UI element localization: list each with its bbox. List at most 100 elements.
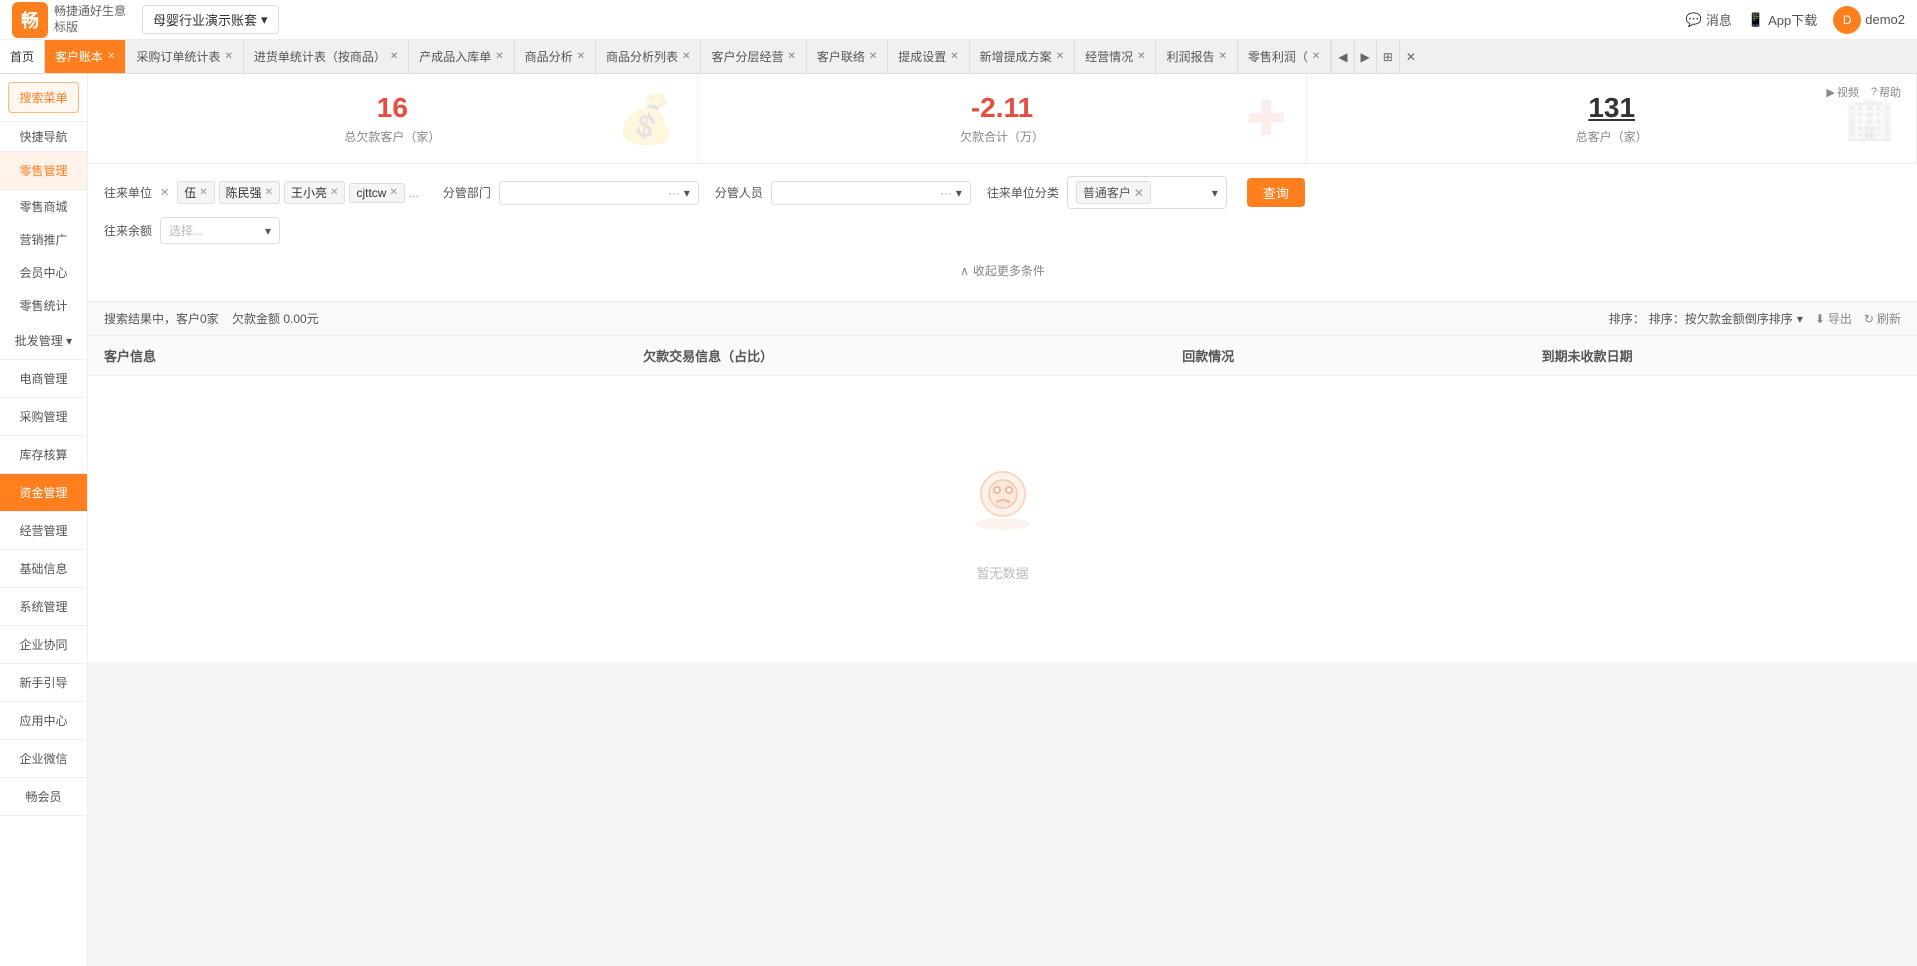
tab-close-icon[interactable]: ✕ [1312,51,1320,62]
user-avatar[interactable]: D demo2 [1833,6,1905,34]
filter-tag-close-2[interactable]: ✕ [330,187,338,198]
tab-nav-close-all[interactable]: ✕ [1399,40,1422,74]
avatar: D [1833,6,1861,34]
filter-tag-close-0[interactable]: ✕ [199,187,207,198]
chevron-down-icon: ▾ [66,334,72,348]
sidebar-item-member[interactable]: 会员中心 [0,256,87,289]
unit-category-chevron: ▾ [1212,186,1218,200]
refresh-button[interactable]: ↻ 刷新 [1864,310,1901,327]
tab-close-icon[interactable]: ✕ [107,51,115,62]
tab-close-icon[interactable]: ✕ [390,51,398,62]
collapse-button[interactable]: ∧ 收起更多条件 [104,256,1901,285]
stat-total-customers-label: 总欠款客户（家） [344,128,440,145]
tab-nav-prev[interactable]: ◀ [1331,40,1353,74]
help-btn[interactable]: ? 帮助 [1871,84,1901,100]
tab-close-icon[interactable]: ✕ [950,51,958,62]
stat-help-area: ▶ 视频 ? 帮助 [1826,84,1901,100]
tab-customer-segment[interactable]: 客户分层经营 ✕ [701,40,806,74]
tab-close-icon[interactable]: ✕ [869,51,877,62]
tab-inbound-stats[interactable]: 进货单统计表（按商品） ✕ [244,40,409,74]
filter-tags: 伍 ✕ 陈民强 ✕ 王小亮 ✕ cjttcw ✕ ... [177,181,419,204]
app-download-button[interactable]: 📱 App下载 [1748,10,1817,29]
query-button[interactable]: 查询 [1247,178,1305,207]
sidebar-item-basic-info[interactable]: 基础信息 [0,550,87,588]
brand-selector[interactable]: 母婴行业演示账套 ▾ [142,5,279,34]
building-bg-icon: 🏢 [1844,94,1896,143]
tab-close-icon[interactable]: ✕ [577,51,585,62]
result-bar: 搜索结果中，客户0家 欠款金额 0.00元 排序： 排序：按欠款金额倒序排序 ▾… [88,302,1917,336]
logo-icon: 畅 [12,2,48,38]
tab-customers[interactable]: 客户账本 ✕ [45,40,126,74]
unit-category-tag-close[interactable]: ✕ [1134,186,1144,200]
sidebar-item-vip[interactable]: 畅会员 [0,778,87,816]
sidebar-item-enterprise[interactable]: 企业协同 [0,626,87,664]
stats-bar: 💰 16 总欠款客户（家） ✚ -2.11 欠款合计（万） 🏢 131 总客户（… [88,74,1917,164]
sidebar-item-retail-stats[interactable]: 零售统计 [0,289,87,322]
tab-close-icon[interactable]: ✕ [787,51,795,62]
tab-nav-next[interactable]: ▶ [1354,40,1376,74]
tab-home[interactable]: 首页 [0,40,45,74]
sidebar-item-marketing[interactable]: 营销推广 [0,223,87,256]
sidebar-quick-nav[interactable]: 快捷导航 [0,122,87,152]
sidebar-item-app-center[interactable]: 应用中心 [0,702,87,740]
filter-tag-3: cjttcw ✕ [349,183,404,203]
person-filter-select[interactable]: ··· ▾ [771,181,971,205]
tab-goods-analysis-list[interactable]: 商品分析列表 ✕ [596,40,701,74]
filter-more-btn[interactable]: ... [409,186,419,200]
search-menu-button[interactable]: 搜索菜单 [8,82,79,113]
balance-filter-label: 往来余额 [104,222,152,239]
sidebar-item-ecommerce[interactable]: 电商管理 [0,360,87,398]
sort-select[interactable]: 排序： 排序：按欠款金额倒序排序 ▾ [1609,310,1803,327]
tab-close-icon[interactable]: ✕ [224,51,232,62]
stat-total-customers2-value: 131 [1588,92,1635,124]
sidebar-item-new-guide[interactable]: 新手引导 [0,664,87,702]
person-filter-more-icon: ··· [940,186,952,200]
export-button[interactable]: ⬇ 导出 [1815,310,1852,327]
tab-close-icon[interactable]: ✕ [682,51,690,62]
sidebar-item-operation[interactable]: 经营管理 [0,512,87,550]
sidebar-item-purchase[interactable]: 采购管理 [0,398,87,436]
message-button[interactable]: 💬 消息 [1686,10,1732,29]
tab-product-inbound[interactable]: 产成品入库单 ✕ [409,40,514,74]
chevron-down-icon: ▾ [261,12,268,28]
filter-tag-0: 伍 ✕ [177,181,214,204]
sidebar-item-capital[interactable]: 资金管理 [0,474,87,512]
message-icon: 💬 [1686,12,1702,28]
tab-close-icon[interactable]: ✕ [1137,51,1145,62]
tab-raise-settings[interactable]: 提成设置 ✕ [888,40,969,74]
col-debt-info: 欠款交易信息（占比） [643,346,1182,365]
sidebar-item-retail[interactable]: 零售管理 [0,152,87,190]
unit-filter-label: 往来单位 [104,184,152,201]
top-bar-right: 💬 消息 📱 App下载 D demo2 [1686,6,1905,34]
tab-retail-profit[interactable]: 零售利润（ ✕ [1238,40,1331,74]
debt-bg-icon: ✚ [1246,91,1286,147]
tab-close-icon[interactable]: ✕ [1219,51,1227,62]
tab-profit-report[interactable]: 利润报告 ✕ [1156,40,1237,74]
tab-purchase-order-stats[interactable]: 采购订单统计表 ✕ [126,40,243,74]
sidebar-item-wholesale[interactable]: 批发管理 ▾ [0,322,87,360]
filter-tag-close-1[interactable]: ✕ [265,187,273,198]
sidebar-item-system[interactable]: 系统管理 [0,588,87,626]
unit-filter-close[interactable]: ✕ [160,186,169,199]
tab-goods-analysis[interactable]: 商品分析 ✕ [515,40,596,74]
filter-tag-close-3[interactable]: ✕ [389,187,397,198]
sidebar-item-enterprise-wechat[interactable]: 企业微信 [0,740,87,778]
sidebar-item-retail-mall[interactable]: 零售商城 [0,190,87,223]
tab-nav-expand[interactable]: ⊞ [1376,40,1399,74]
col-due-date: 到期未收款日期 [1542,346,1901,365]
export-icon: ⬇ [1815,312,1825,326]
dept-filter-chevron: ▾ [684,186,690,200]
dept-filter-select[interactable]: ··· ▾ [499,181,699,205]
sidebar-item-inventory[interactable]: 库存核算 [0,436,87,474]
unit-category-select[interactable]: 普通客户 ✕ ▾ [1067,176,1227,209]
person-filter-label: 分管人员 [715,184,763,201]
balance-filter-select[interactable]: 选择... ▾ [160,217,280,244]
tab-new-raise-plan[interactable]: 新增提成方案 ✕ [970,40,1075,74]
tab-close-icon[interactable]: ✕ [1056,51,1064,62]
tab-operation-status[interactable]: 经营情况 ✕ [1075,40,1156,74]
filter-area: 往来单位 ✕ 伍 ✕ 陈民强 ✕ 王小亮 ✕ [88,164,1917,302]
tab-close-icon[interactable]: ✕ [495,51,503,62]
table-area: 客户信息 欠款交易信息（占比） 回款情况 到期未收款日期 [88,336,1917,662]
video-btn[interactable]: ▶ 视频 [1826,84,1858,100]
tab-customer-contact[interactable]: 客户联络 ✕ [807,40,888,74]
